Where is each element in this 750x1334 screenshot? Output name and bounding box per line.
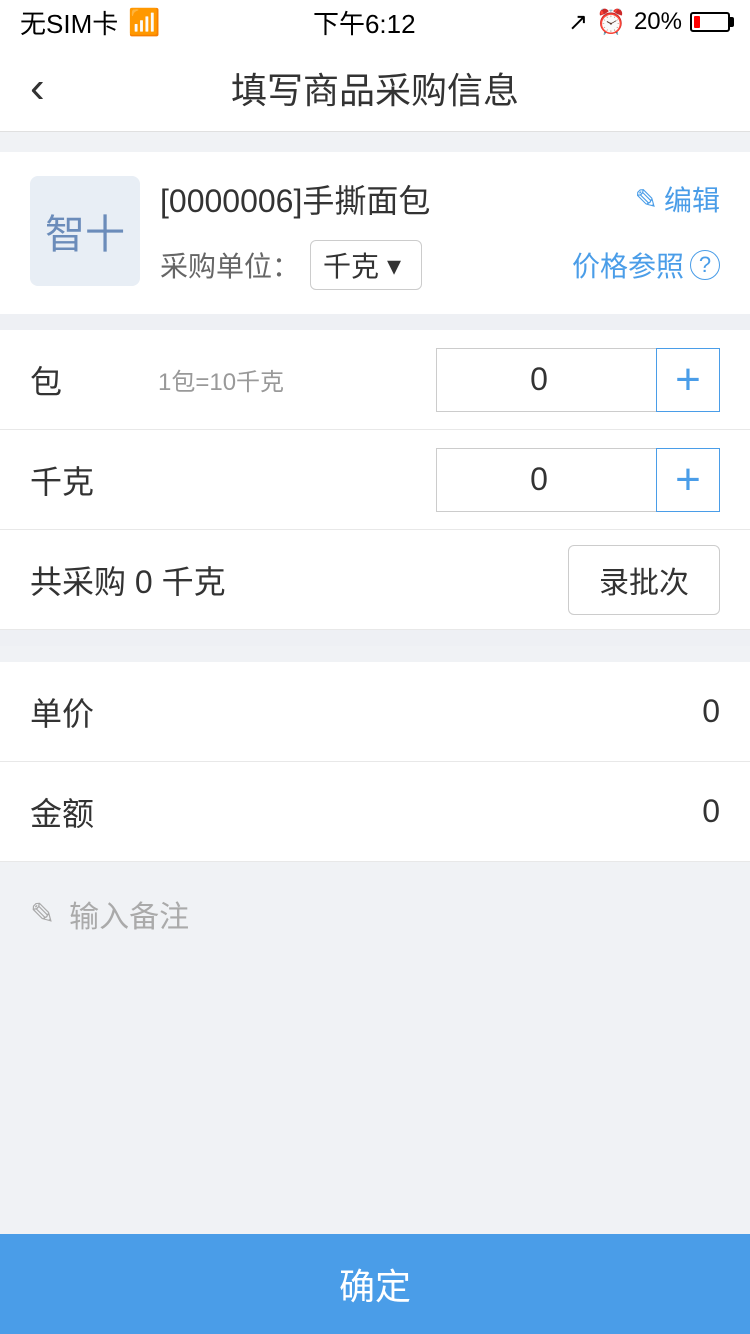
location-icon: ↗	[568, 8, 588, 37]
product-info: [0000006]手撕面包 ✎ 编辑 采购单位： 千克 ▾ 价格参照 ?	[160, 176, 720, 290]
package-input-section: 包 1包=10千克 + 千克 +	[0, 330, 750, 530]
notes-placeholder: 输入备注	[69, 892, 189, 936]
kilogram-input-row: 千克 +	[0, 430, 750, 530]
total-amount: 0	[135, 564, 153, 600]
total-text: 共采购 0 千克	[30, 557, 226, 603]
pencil-icon: ✎	[30, 897, 55, 932]
battery-icon	[690, 12, 730, 32]
unit-price-value: 0	[702, 693, 720, 730]
amount-value: 0	[702, 793, 720, 830]
status-time: 下午6:12	[313, 4, 416, 41]
package-sublabel: 1包=10千克	[158, 362, 284, 397]
unit-label: 采购单位：	[160, 245, 300, 285]
page-title: 填写商品采购信息	[231, 62, 519, 114]
package-label: 包	[30, 357, 150, 403]
product-card: 智十 [0000006]手撕面包 ✎ 编辑 采购单位： 千克 ▾	[0, 152, 750, 314]
package-plus-button[interactable]: +	[656, 348, 720, 412]
amount-label: 金额	[30, 789, 94, 835]
status-left: 无SIM卡 📶	[20, 4, 161, 41]
back-button[interactable]: ‹	[30, 66, 45, 110]
info-icon: ?	[690, 250, 720, 280]
separator-2	[0, 630, 750, 646]
unit-price-row: 单价 0	[0, 662, 750, 762]
price-reference-button[interactable]: 价格参照 ?	[572, 245, 720, 285]
package-quantity-input[interactable]	[436, 348, 656, 412]
status-right: ↗ ⏰ 20%	[568, 8, 730, 37]
record-batch-button[interactable]: 录批次	[568, 545, 720, 615]
amount-row: 金额 0	[0, 762, 750, 862]
product-logo: 智十	[45, 202, 125, 260]
unit-price-label: 单价	[30, 689, 94, 735]
kilogram-plus-button[interactable]: +	[656, 448, 720, 512]
product-name: [0000006]手撕面包	[160, 176, 430, 222]
separator-1	[0, 314, 750, 330]
status-bar: 无SIM卡 📶 下午6:12 ↗ ⏰ 20%	[0, 0, 750, 44]
price-section: 单价 0 金额 0	[0, 662, 750, 862]
battery-percent: 20%	[634, 8, 682, 36]
edit-icon: ✎	[635, 183, 658, 216]
alarm-icon: ⏰	[596, 8, 626, 37]
edit-button[interactable]: ✎ 编辑	[635, 179, 720, 219]
carrier-label: 无SIM卡	[20, 4, 118, 41]
chevron-down-icon: ▾	[387, 249, 401, 282]
unit-select[interactable]: 千克 ▾	[310, 240, 422, 290]
kilogram-label: 千克	[30, 457, 150, 503]
kilogram-quantity-input[interactable]	[436, 448, 656, 512]
wifi-icon: 📶	[128, 7, 160, 38]
nav-bar: ‹ 填写商品采购信息	[0, 44, 750, 132]
total-row: 共采购 0 千克 录批次	[0, 530, 750, 630]
product-thumbnail: 智十	[30, 176, 140, 286]
package-input-row: 包 1包=10千克 +	[0, 330, 750, 430]
confirm-button[interactable]: 确定	[0, 1234, 750, 1334]
notes-section[interactable]: ✎ 输入备注	[0, 862, 750, 966]
